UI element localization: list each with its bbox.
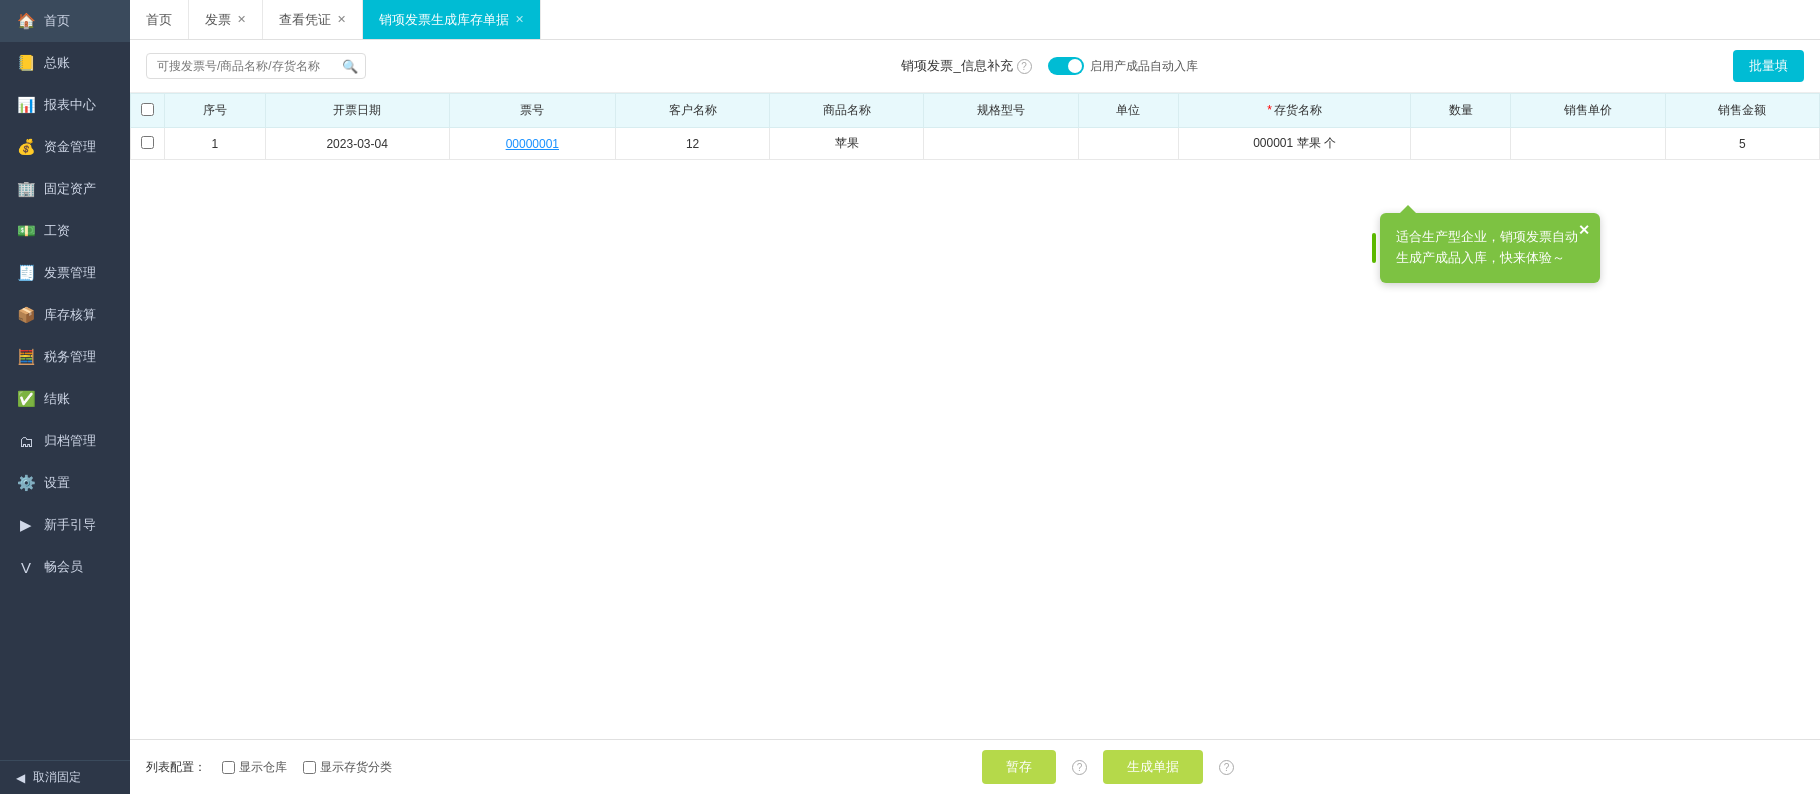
tooltip-close-button[interactable]: ✕ <box>1578 219 1590 241</box>
ledger-icon: 📒 <box>16 54 36 72</box>
header-ticket-no: 票号 <box>449 94 615 128</box>
row-unit-price <box>1511 128 1665 160</box>
invoice-icon: 🧾 <box>16 264 36 282</box>
header-amount: 销售金额 <box>1665 94 1819 128</box>
header-checkbox[interactable] <box>131 94 165 128</box>
header-spec: 规格型号 <box>924 94 1078 128</box>
settings-icon: ⚙️ <box>16 474 36 492</box>
toolbar: 🔍 销项发票_信息补充 ? 启用产成品自动入库 批量填 <box>130 40 1820 93</box>
archive-icon: 🗂 <box>16 433 36 450</box>
closing-icon: ✅ <box>16 390 36 408</box>
close-voucher-tab[interactable]: ✕ <box>337 14 346 25</box>
row-product: 苹果 <box>770 128 924 160</box>
sidebar-item-fixed-assets[interactable]: 🏢 固定资产 <box>0 168 130 210</box>
sidebar-item-settings[interactable]: ⚙️ 设置 <box>0 462 130 504</box>
sidebar-item-tax[interactable]: 🧮 税务管理 <box>0 336 130 378</box>
row-unit <box>1078 128 1179 160</box>
generate-button[interactable]: 生成单据 <box>1103 750 1203 784</box>
header-seq: 序号 <box>165 94 266 128</box>
header-unit-price: 销售单价 <box>1511 94 1665 128</box>
main-area: 首页 发票 ✕ 查看凭证 ✕ 销项发票生成库存单据 ✕ 🔍 <box>130 0 1820 794</box>
footer: 列表配置： 显示仓库 显示存货分类 暂存 ? 生成单据 ? <box>130 739 1820 794</box>
tab-home[interactable]: 首页 <box>130 0 189 39</box>
sidebar-item-inventory[interactable]: 📦 库存核算 <box>0 294 130 336</box>
tab-voucher[interactable]: 查看凭证 ✕ <box>263 0 363 39</box>
search-input[interactable] <box>146 53 366 79</box>
row-ticket-no[interactable]: 00000001 <box>449 128 615 160</box>
sidebar-item-ledger[interactable]: 📒 总账 <box>0 42 130 84</box>
save-help-icon[interactable]: ? <box>1072 760 1087 775</box>
pin-icon: ◀ <box>16 771 25 785</box>
sidebar: 🏠 首页 📒 总账 📊 报表中心 💰 资金管理 🏢 固定资产 💵 工资 🧾 发票… <box>0 0 130 794</box>
close-cancel-invoice-tab[interactable]: ✕ <box>515 14 524 25</box>
toolbar-left: 🔍 <box>146 53 366 79</box>
info-label: 销项发票_信息补充 ? <box>901 57 1031 75</box>
row-select-checkbox[interactable] <box>141 136 154 149</box>
tax-icon: 🧮 <box>16 348 36 366</box>
sidebar-item-archive[interactable]: 🗂 归档管理 <box>0 420 130 462</box>
row-checkbox[interactable] <box>131 128 165 160</box>
row-spec <box>924 128 1078 160</box>
show-warehouse-checkbox[interactable] <box>222 761 235 774</box>
reports-icon: 📊 <box>16 96 36 114</box>
home-icon: 🏠 <box>16 12 36 30</box>
payroll-icon: 💵 <box>16 222 36 240</box>
footer-center: 暂存 ? 生成单据 ? <box>412 750 1804 784</box>
footer-left: 列表配置： 显示仓库 显示存货分类 <box>146 759 392 776</box>
header-unit: 单位 <box>1078 94 1179 128</box>
show-inventory-category-checkbox[interactable] <box>303 761 316 774</box>
sidebar-item-payroll[interactable]: 💵 工资 <box>0 210 130 252</box>
auto-storage-toggle[interactable] <box>1048 57 1084 75</box>
sidebar-item-funds[interactable]: 💰 资金管理 <box>0 126 130 168</box>
info-icon[interactable]: ? <box>1017 59 1032 74</box>
header-customer: 客户名称 <box>615 94 769 128</box>
toggle-wrap: 启用产成品自动入库 <box>1048 57 1198 75</box>
show-inventory-category-label[interactable]: 显示存货分类 <box>303 759 392 776</box>
table-wrap: 序号 开票日期 票号 客户名称 商品名称 规格型号 单位 *存货名称 数量 销售… <box>130 93 1820 739</box>
row-stock-name[interactable]: 000001 苹果 个 <box>1179 128 1411 160</box>
row-amount: 5 <box>1665 128 1819 160</box>
generate-help-icon[interactable]: ? <box>1219 760 1234 775</box>
data-table: 序号 开票日期 票号 客户名称 商品名称 规格型号 单位 *存货名称 数量 销售… <box>130 93 1820 160</box>
sidebar-item-home[interactable]: 🏠 首页 <box>0 0 130 42</box>
member-icon: V <box>16 559 36 576</box>
fixed-assets-icon: 🏢 <box>16 180 36 198</box>
tooltip-indicator <box>1372 233 1376 263</box>
sidebar-item-invoice-mgmt[interactable]: 🧾 发票管理 <box>0 252 130 294</box>
table-row: 1 2023-03-04 00000001 12 苹果 000001 苹果 个 … <box>131 128 1820 160</box>
table-header-row: 序号 开票日期 票号 客户名称 商品名称 规格型号 单位 *存货名称 数量 销售… <box>131 94 1820 128</box>
search-wrap: 🔍 <box>146 53 366 79</box>
header-qty: 数量 <box>1410 94 1511 128</box>
row-qty <box>1410 128 1511 160</box>
sidebar-item-reports[interactable]: 📊 报表中心 <box>0 84 130 126</box>
sidebar-bottom-pin[interactable]: ◀ 取消固定 <box>0 760 130 794</box>
header-stock-name: *存货名称 <box>1179 94 1411 128</box>
inventory-icon: 📦 <box>16 306 36 324</box>
show-warehouse-label[interactable]: 显示仓库 <box>222 759 287 776</box>
row-date: 2023-03-04 <box>265 128 449 160</box>
tab-invoice[interactable]: 发票 ✕ <box>189 0 263 39</box>
sidebar-item-guide[interactable]: ▶ 新手引导 <box>0 504 130 546</box>
funds-icon: 💰 <box>16 138 36 156</box>
row-seq: 1 <box>165 128 266 160</box>
save-button[interactable]: 暂存 <box>982 750 1056 784</box>
batch-fill-button[interactable]: 批量填 <box>1733 50 1804 82</box>
row-customer: 12 <box>615 128 769 160</box>
sidebar-item-member[interactable]: V 畅会员 <box>0 546 130 588</box>
auto-storage-tooltip: ✕ 适合生产型企业，销项发票自动生成产成品入库，快来体验～ <box>1380 213 1600 283</box>
header-product: 商品名称 <box>770 94 924 128</box>
close-invoice-tab[interactable]: ✕ <box>237 14 246 25</box>
tab-cancel-invoice[interactable]: 销项发票生成库存单据 ✕ <box>363 0 541 39</box>
guide-icon: ▶ <box>16 516 36 534</box>
search-icon: 🔍 <box>342 59 358 74</box>
tab-bar: 首页 发票 ✕ 查看凭证 ✕ 销项发票生成库存单据 ✕ <box>130 0 1820 40</box>
page-content: 🔍 销项发票_信息补充 ? 启用产成品自动入库 批量填 <box>130 40 1820 794</box>
header-date: 开票日期 <box>265 94 449 128</box>
select-all-checkbox[interactable] <box>141 103 154 116</box>
sidebar-item-closing[interactable]: ✅ 结账 <box>0 378 130 420</box>
